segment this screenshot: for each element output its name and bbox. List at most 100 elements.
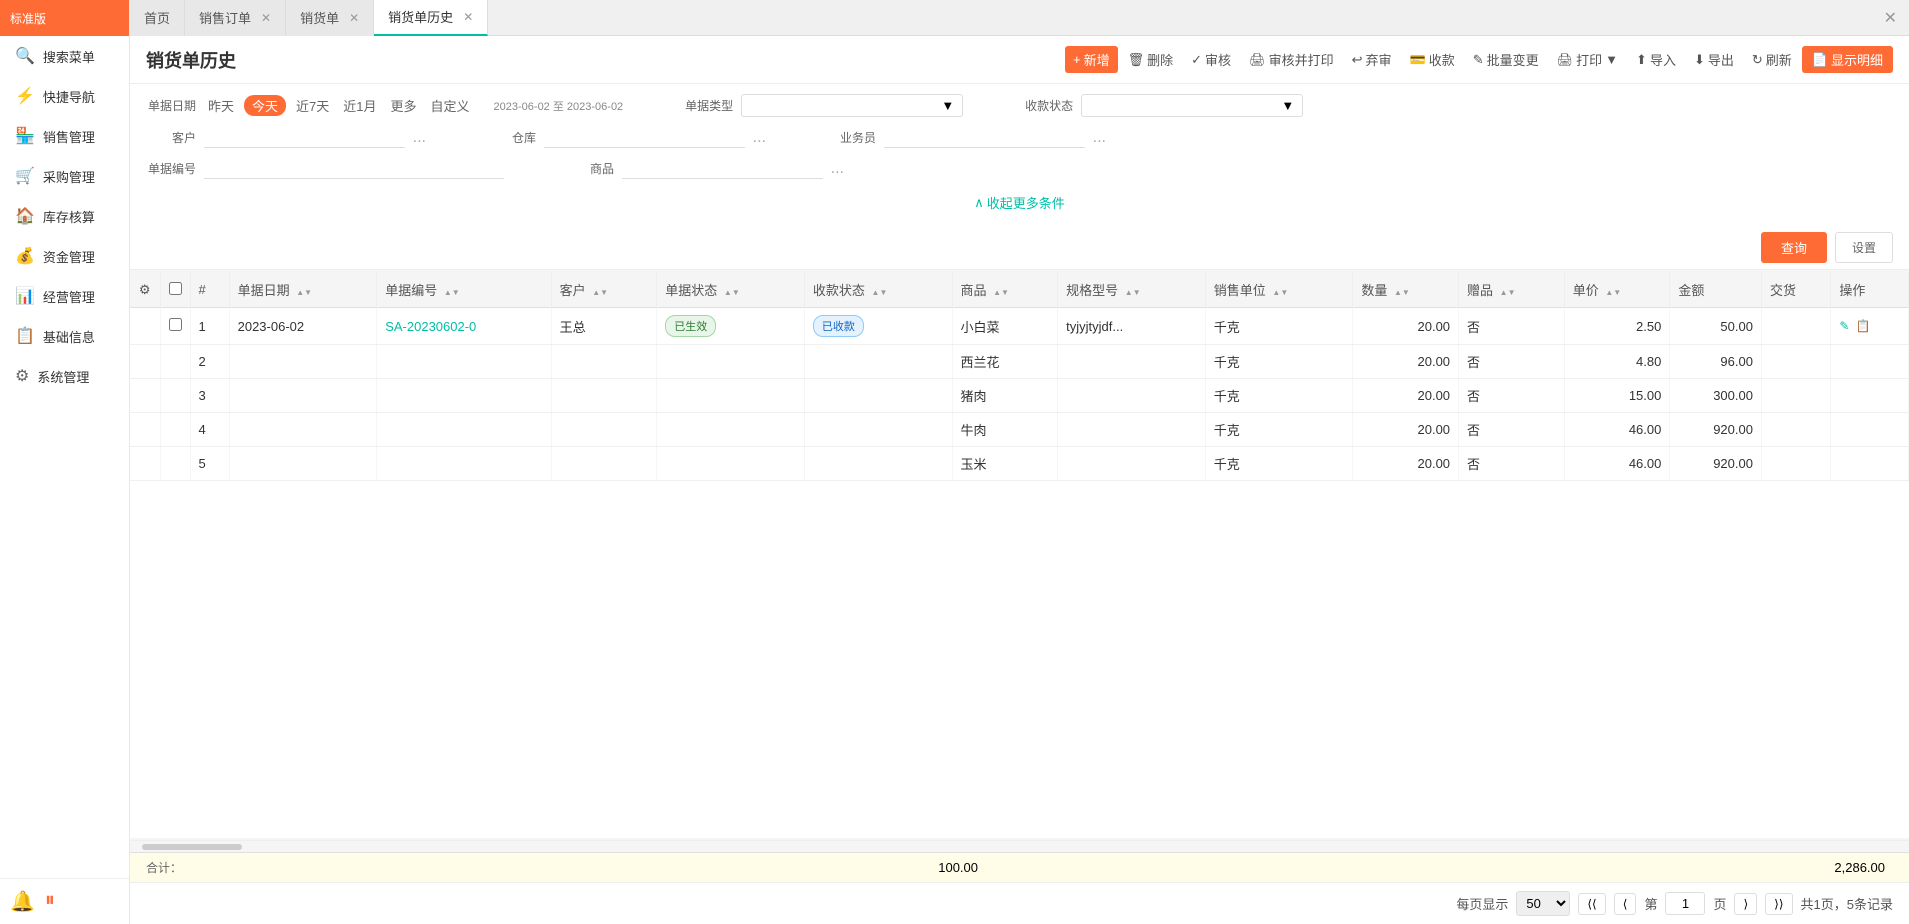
sidebar-item-finance[interactable]: 💰 资金管理 [0,236,129,276]
sidebar-item-label: 搜索菜单 [43,47,95,66]
row-customer [551,413,657,447]
sidebar-item-quicknav[interactable]: ⚡ 快捷导航 [0,76,129,116]
abandon-button[interactable]: ↩ 弃审 [1344,46,1400,73]
row-checkbox[interactable] [160,345,190,379]
tab-sales-goods[interactable]: 销货单 ✕ [286,0,374,36]
batch-change-button[interactable]: ✎ 批量变更 [1465,46,1547,73]
notification-icon[interactable]: 🔔 [10,889,35,914]
audit-print-label: 审核并打印 [1269,50,1334,69]
collect-status-arrow: ▼ [1281,98,1294,113]
col-customer[interactable]: 客户 ▲▼ [551,272,657,308]
row-checkbox[interactable] [160,447,190,481]
doc-type-select[interactable]: ▼ [741,94,963,117]
scrollbar-thumb[interactable] [142,844,242,850]
col-qty[interactable]: 数量 ▲▼ [1353,272,1459,308]
col-price[interactable]: 单价 ▲▼ [1564,272,1670,308]
row-docno[interactable] [377,447,551,481]
row-docno[interactable] [377,379,551,413]
setting-button[interactable]: 设置 [1835,232,1893,263]
row-edit-link[interactable]: ✎ [1839,319,1849,333]
col-unit[interactable]: 销售单位 ▲▼ [1205,272,1353,308]
horizontal-scrollbar[interactable] [130,840,1909,852]
page-number-input[interactable] [1665,892,1705,915]
per-page-select[interactable]: 20 50 100 [1516,891,1570,916]
customer-input[interactable] [204,127,405,148]
row-docno[interactable]: SA-20230602-0 [377,308,551,345]
spec-sort-icon: ▲▼ [1125,288,1141,297]
sidebar-item-label: 快捷导航 [43,87,95,106]
row-amount: 920.00 [1670,413,1762,447]
date-more[interactable]: 更多 [387,95,421,116]
tab-sales-history-close[interactable]: ✕ [463,10,473,24]
first-page-button[interactable]: ⟨⟨ [1578,893,1605,915]
col-gear[interactable]: ⚙ [130,272,160,308]
date-yesterday[interactable]: 昨天 [204,95,238,116]
delete-button[interactable]: 🗑 删除 [1120,46,1182,73]
salesman-input[interactable] [884,127,1085,148]
col-date[interactable]: 单据日期 ▲▼ [229,272,377,308]
next-page-button[interactable]: ⟩ [1734,893,1757,915]
export-button[interactable]: ⬇ 导出 [1686,46,1742,73]
warehouse-input[interactable] [544,127,745,148]
sidebar-item-sales[interactable]: 🏪 销售管理 [0,116,129,156]
collapse-link[interactable]: ∧ 收起更多条件 [146,189,1893,216]
collect-button[interactable]: 💳 收款 [1402,46,1463,73]
tab-sales-history[interactable]: 销货单历史 ✕ [374,0,488,36]
date-today[interactable]: 今天 [244,95,286,116]
print-button[interactable]: 🖨 打印 ▼ [1549,46,1626,73]
row-checkbox[interactable] [160,379,190,413]
col-gift[interactable]: 赠品 ▲▼ [1459,272,1565,308]
last-page-button[interactable]: ⟩⟩ [1765,893,1792,915]
row-checkbox[interactable] [160,413,190,447]
row-docno[interactable] [377,345,551,379]
tab-sales-order-close[interactable]: ✕ [261,11,271,25]
prev-page-button[interactable]: ⟨ [1614,893,1637,915]
pause-icon[interactable]: ⏸ [45,889,55,914]
salesman-dots[interactable]: ... [1093,129,1106,147]
sidebar-item-operations[interactable]: 📊 经营管理 [0,276,129,316]
sidebar-item-inventory[interactable]: 🏠 库存核算 [0,196,129,236]
docno-input[interactable] [204,158,504,179]
col-spec[interactable]: 规格型号 ▲▼ [1058,272,1206,308]
row-gift: 否 [1459,308,1565,345]
row-goods: 小白菜 [952,308,1058,345]
refresh-icon: ↻ [1752,52,1763,68]
table-row: 4 牛肉 千克 20.00 否 46.00 920.00 [130,413,1909,447]
tab-sales-goods-close[interactable]: ✕ [349,11,359,25]
warehouse-dots[interactable]: ... [753,129,766,147]
row-qty: 20.00 [1353,308,1459,345]
show-detail-button[interactable]: 📄 显示明细 [1802,46,1893,73]
query-button[interactable]: 查询 [1761,232,1827,263]
row-unit: 千克 [1205,413,1353,447]
sidebar-item-system[interactable]: ⚙ 系统管理 [0,356,129,396]
sidebar-item-purchase[interactable]: 🛒 采购管理 [0,156,129,196]
tab-home[interactable]: 首页 [130,0,185,36]
refresh-button[interactable]: ↻ 刷新 [1744,46,1800,73]
date-1month[interactable]: 近1月 [339,95,380,116]
customer-dots[interactable]: ... [413,129,426,147]
col-collect-status[interactable]: 收款状态 ▲▼ [804,272,952,308]
date-custom[interactable]: 自定义 [427,95,474,116]
col-doc-status[interactable]: 单据状态 ▲▼ [657,272,805,308]
row-checkbox[interactable] [160,308,190,345]
goods-input[interactable] [622,158,823,179]
collect-status-select[interactable]: ▼ [1081,94,1303,117]
row-docno[interactable] [377,413,551,447]
row-select-checkbox[interactable] [169,318,182,331]
date-7days[interactable]: 近7天 [292,95,333,116]
audit-button[interactable]: ✓ 审核 [1183,46,1239,73]
audit-print-button[interactable]: 🖨 审核并打印 [1241,46,1342,73]
col-goods[interactable]: 商品 ▲▼ [952,272,1058,308]
select-all-checkbox[interactable] [169,282,182,295]
add-button[interactable]: + 新增 [1065,46,1118,73]
row-actions: ✎📋 [1831,308,1909,345]
sidebar-item-search[interactable]: 🔍 搜索菜单 [0,36,129,76]
tab-bar-close[interactable]: ✕ [1872,8,1909,28]
tab-sales-order[interactable]: 销售订单 ✕ [185,0,286,36]
col-docno[interactable]: 单据编号 ▲▼ [377,272,551,308]
sidebar-item-basic[interactable]: 📋 基础信息 [0,316,129,356]
page-content: 销货单历史 + 新增 🗑 删除 ✓ 审核 🖨 审核并打印 [130,36,1909,924]
import-button[interactable]: ⬆ 导入 [1628,46,1684,73]
row-copy-link[interactable]: 📋 [1855,319,1870,333]
goods-dots[interactable]: ... [831,160,844,178]
